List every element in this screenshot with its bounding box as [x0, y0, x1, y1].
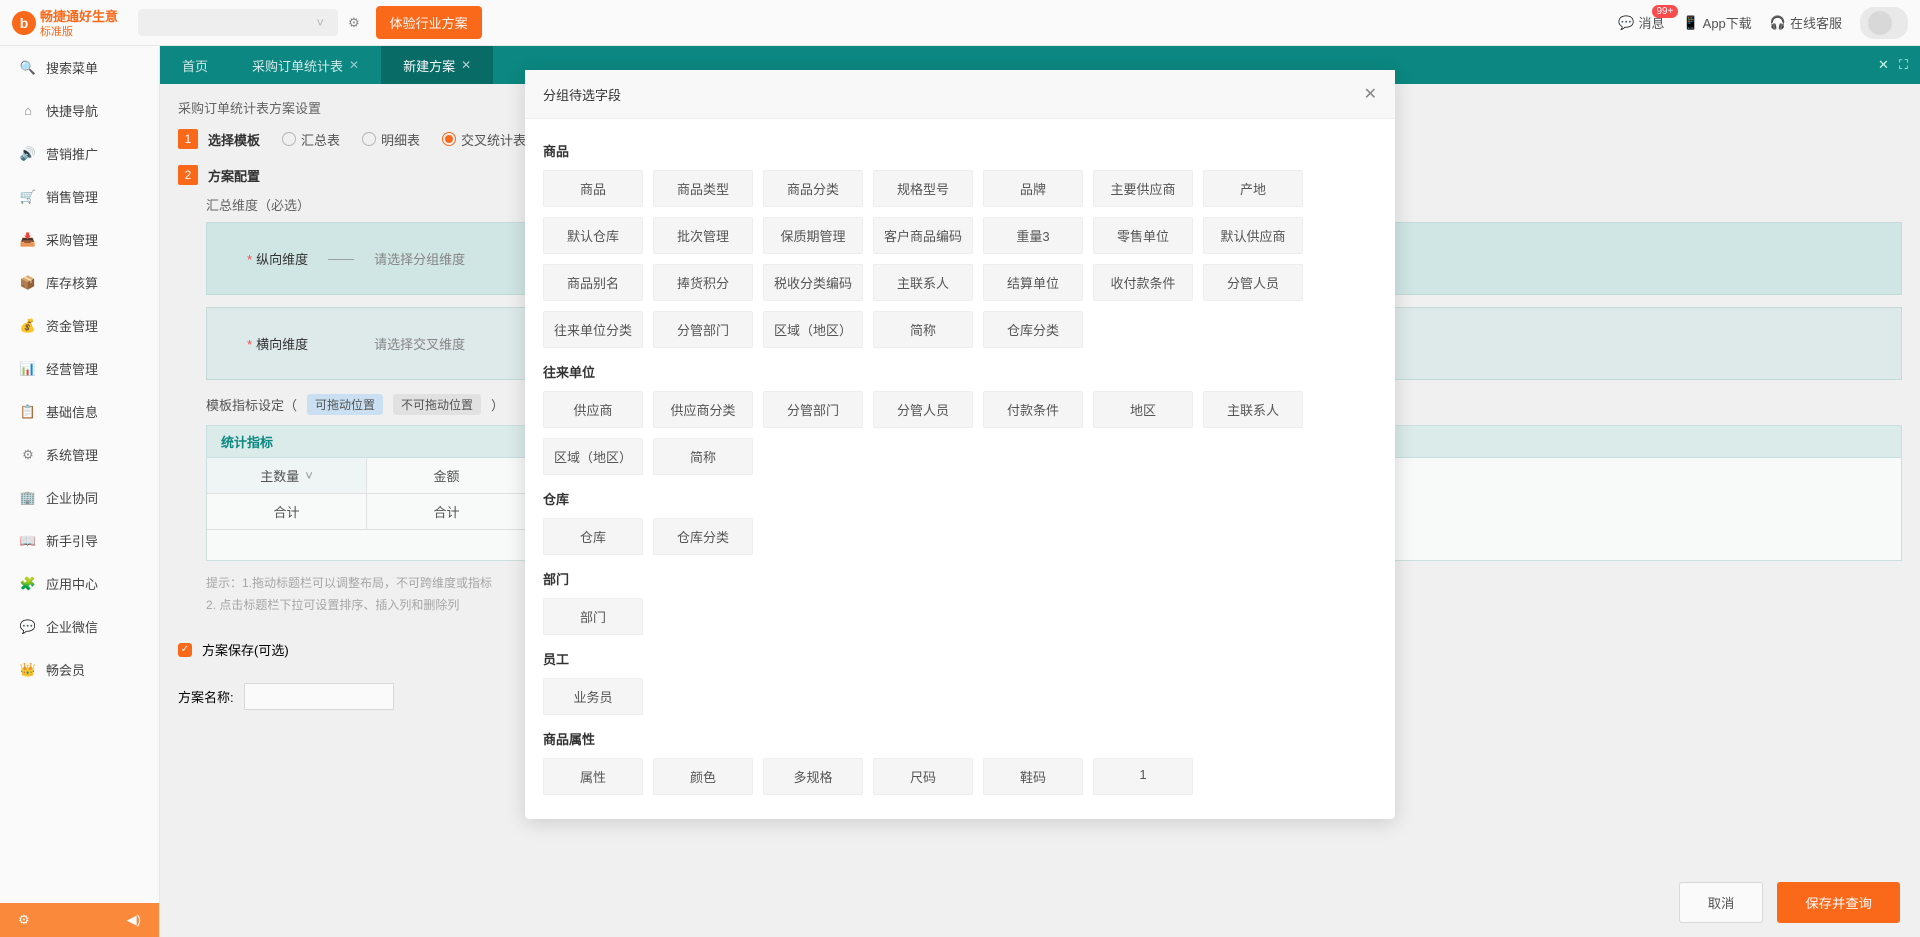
field-selector-modal: 分组待选字段 ✕ 商品商品商品类型商品分类规格型号品牌主要供应商产地默认仓库批次… — [525, 70, 1395, 819]
field-chip[interactable]: 主要供应商 — [1093, 170, 1193, 207]
field-chip[interactable]: 分管部门 — [653, 311, 753, 348]
field-chip[interactable]: 品牌 — [983, 170, 1083, 207]
field-chip[interactable]: 结算单位 — [983, 264, 1083, 301]
field-chip[interactable]: 零售单位 — [1093, 217, 1193, 254]
field-chip[interactable]: 付款条件 — [983, 391, 1083, 428]
field-chip[interactable]: 主联系人 — [873, 264, 973, 301]
modal-header: 分组待选字段 ✕ — [525, 70, 1395, 119]
field-chip[interactable]: 仓库分类 — [653, 518, 753, 555]
field-chip[interactable]: 简称 — [653, 438, 753, 475]
field-chip[interactable]: 鞋码 — [983, 758, 1083, 795]
field-chip[interactable]: 商品类型 — [653, 170, 753, 207]
modal-body: 商品商品商品类型商品分类规格型号品牌主要供应商产地默认仓库批次管理保质期管理客户… — [525, 119, 1395, 819]
field-chip[interactable]: 1 — [1093, 758, 1193, 795]
field-chip[interactable]: 收付款条件 — [1093, 264, 1193, 301]
field-chip[interactable]: 部门 — [543, 598, 643, 635]
group-header: 部门 — [543, 569, 1377, 588]
field-chip[interactable]: 往来单位分类 — [543, 311, 643, 348]
field-chip[interactable]: 产地 — [1203, 170, 1303, 207]
field-chip[interactable]: 主联系人 — [1203, 391, 1303, 428]
modal-mask: 分组待选字段 ✕ 商品商品商品类型商品分类规格型号品牌主要供应商产地默认仓库批次… — [0, 0, 1920, 937]
field-chip[interactable]: 重量3 — [983, 217, 1083, 254]
field-chip[interactable]: 多规格 — [763, 758, 863, 795]
field-chip[interactable]: 商品别名 — [543, 264, 643, 301]
chip-row: 业务员 — [543, 678, 1377, 715]
group-header: 仓库 — [543, 489, 1377, 508]
group-header: 商品 — [543, 141, 1377, 160]
field-chip[interactable]: 区域（地区） — [763, 311, 863, 348]
field-chip[interactable]: 供应商分类 — [653, 391, 753, 428]
chip-row: 部门 — [543, 598, 1377, 635]
modal-title: 分组待选字段 — [543, 85, 621, 104]
field-chip[interactable]: 保质期管理 — [763, 217, 863, 254]
field-chip[interactable]: 仓库 — [543, 518, 643, 555]
field-chip[interactable]: 商品分类 — [763, 170, 863, 207]
group-header: 员工 — [543, 649, 1377, 668]
field-chip[interactable]: 分管部门 — [763, 391, 863, 428]
field-chip[interactable]: 默认仓库 — [543, 217, 643, 254]
chip-row: 属性颜色多规格尺码鞋码 1 — [543, 758, 1377, 795]
modal-close-icon[interactable]: ✕ — [1364, 84, 1377, 104]
group-header: 商品属性 — [543, 729, 1377, 748]
field-chip[interactable]: 客户商品编码 — [873, 217, 973, 254]
group-header: 往来单位 — [543, 362, 1377, 381]
field-chip[interactable]: 属性 — [543, 758, 643, 795]
field-chip[interactable]: 规格型号 — [873, 170, 973, 207]
field-chip[interactable]: 颜色 — [653, 758, 753, 795]
field-chip[interactable]: 仓库分类 — [983, 311, 1083, 348]
field-chip[interactable]: 简称 — [873, 311, 973, 348]
chip-row: 商品商品类型商品分类规格型号品牌主要供应商产地默认仓库批次管理保质期管理客户商品… — [543, 170, 1377, 348]
field-chip[interactable]: 商品 — [543, 170, 643, 207]
field-chip[interactable]: 默认供应商 — [1203, 217, 1303, 254]
field-chip[interactable]: 捧货积分 — [653, 264, 753, 301]
field-chip[interactable]: 分管人员 — [873, 391, 973, 428]
field-chip[interactable]: 地区 — [1093, 391, 1193, 428]
chip-row: 仓库仓库分类 — [543, 518, 1377, 555]
chip-row: 供应商供应商分类分管部门分管人员付款条件地区主联系人区域（地区） 简称 — [543, 391, 1377, 475]
field-chip[interactable]: 供应商 — [543, 391, 643, 428]
field-chip[interactable]: 分管人员 — [1203, 264, 1303, 301]
field-chip[interactable]: 尺码 — [873, 758, 973, 795]
field-chip[interactable]: 批次管理 — [653, 217, 753, 254]
field-chip[interactable]: 区域（地区） — [543, 438, 643, 475]
field-chip[interactable]: 税收分类编码 — [763, 264, 863, 301]
field-chip[interactable]: 业务员 — [543, 678, 643, 715]
